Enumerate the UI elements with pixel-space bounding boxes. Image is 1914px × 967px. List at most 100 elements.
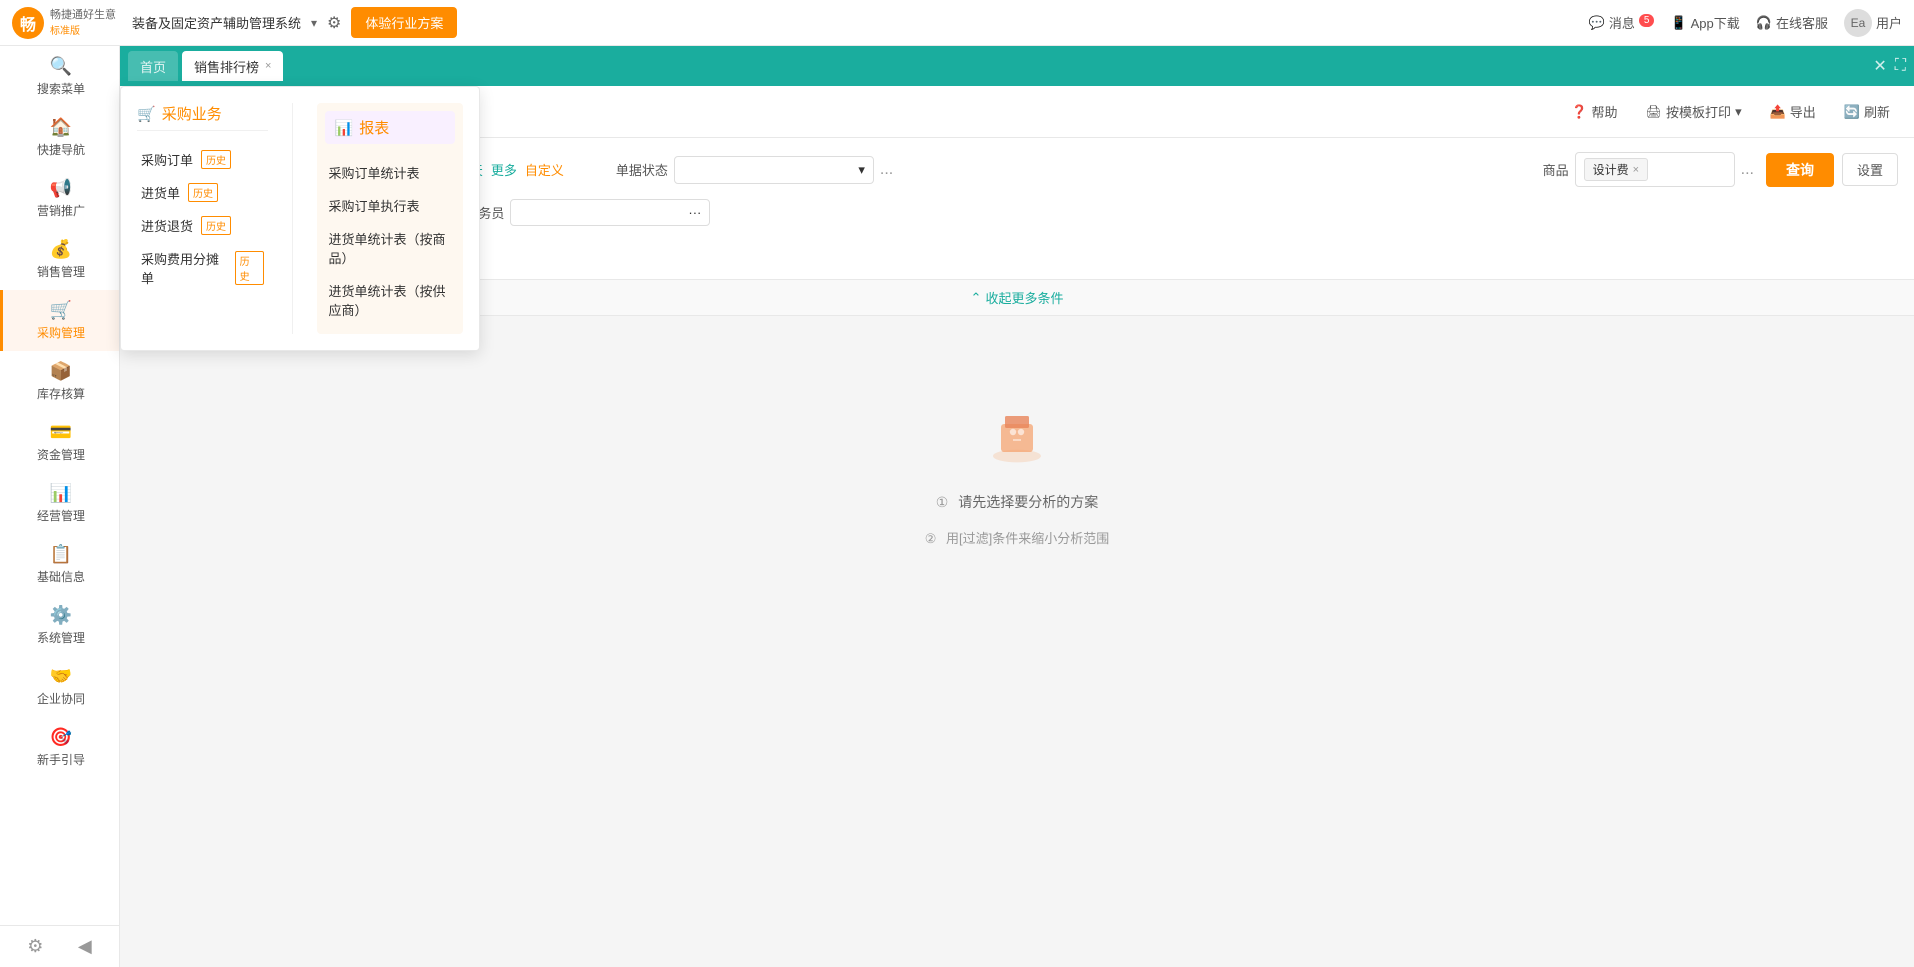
menu-item-inbound[interactable]: 进货单 历史 [137,176,268,209]
voucher-status-ellipsis[interactable]: ... [880,161,893,179]
sales-icon: 💰 [50,239,72,260]
help-icon: ❓ [1571,104,1587,120]
export-button[interactable]: 📤 导出 [1762,98,1824,125]
chevron-down-icon: ▾ [858,162,865,178]
goods-tag-close[interactable]: × [1633,164,1639,176]
marketing-icon: 📢 [50,178,72,199]
query-buttons: 查询 设置 [1766,153,1898,187]
menu-item-purchase-order-stats[interactable]: 采购订单统计表 [325,156,456,189]
history-badge-3: 历史 [235,251,264,285]
voucher-status-select[interactable]: ▾ [674,156,874,184]
message-badge: 5 [1639,14,1655,27]
salesperson-select[interactable]: ··· [510,199,710,226]
menu-item-purchase-order[interactable]: 采购订单 历史 [137,143,268,176]
purchase-column-title: 🛒 采购业务 [137,103,268,131]
goods-ellipsis[interactable]: ... [1741,161,1754,179]
tab-maximize-icon[interactable]: ⛶ [1895,57,1906,75]
voucher-status-filter: 单据状态 ▾ ... [616,156,1491,184]
tab-home[interactable]: 首页 [128,51,178,81]
sidebar-item-finance[interactable]: 💳 资金管理 [0,412,119,473]
menu-item-cost-split[interactable]: 采购费用分摊单 历史 [137,242,268,294]
top-header: 畅 畅捷通好生意 标准版 装备及固定资产辅助管理系统 ▾ ⚙ 体验行业方案 💬 … [0,0,1914,46]
sidebar-item-inventory[interactable]: 📦 库存核算 [0,351,119,412]
sidebar-item-operations[interactable]: 📊 经营管理 [0,473,119,534]
app-download-item[interactable]: 📱 App下载 [1670,13,1739,32]
header-center: 装备及固定资产辅助管理系统 ▾ ⚙ 体验行业方案 [132,7,1589,38]
goods-filter: 商品 设计费 × ... [1543,152,1754,187]
logo-name: 畅捷通好生意 [50,8,116,22]
goods-tag: 设计费 × [1584,158,1648,181]
report-column-icon: 📊 [335,119,354,137]
salesperson-ellipsis-dots: ··· [688,205,701,220]
voucher-status-label: 单据状态 [616,160,668,179]
sidebar-item-search[interactable]: 🔍 搜索菜单 [0,46,119,107]
system-name: 装备及固定资产辅助管理系统 [132,13,301,32]
settings-bottom-icon[interactable]: ⚙ [27,936,43,957]
sidebar-item-sales[interactable]: 💰 销售管理 [0,229,119,290]
purchase-icon: 🛒 [50,300,72,321]
operations-icon: 📊 [50,483,72,504]
search-icon: 🔍 [50,56,72,77]
message-icon: 💬 [1589,15,1605,31]
basic-info-icon: 📋 [50,544,72,565]
tab-close-icon[interactable]: × [265,60,271,72]
report-column: 📊 报表 采购订单统计表 采购订单执行表 进货单统计表（按商品） 进货单统计表（… [317,103,464,334]
tab-bar-right: ✕ ⛶ [1873,56,1906,76]
print-icon: 🖨 [1646,104,1663,120]
tab-bar: 首页 销售排行榜 × ✕ ⛶ [120,46,1914,86]
collapse-up-icon: ⌃ [971,290,982,306]
finance-icon: 💳 [50,422,72,443]
print-button[interactable]: 🖨 按模板打印 ▾ [1638,98,1750,125]
collapse-button[interactable]: ⌃ 收起更多条件 [971,288,1064,307]
sidebar-item-guide[interactable]: 🎯 新手引导 [0,717,119,778]
empty-hint-1: ① 请先选择要分析的方案 [936,492,1098,512]
header-settings-icon[interactable]: ⚙ [327,13,341,33]
sidebar-item-home[interactable]: 🏠 快捷导航 [0,107,119,168]
user-item[interactable]: Ea 用户 [1844,9,1902,37]
purchase-column-icon: 🛒 [137,105,156,123]
menu-item-purchase-order-exec[interactable]: 采购订单执行表 [325,189,456,222]
refresh-button[interactable]: 🔄 刷新 [1836,98,1898,125]
menu-item-inbound-stats-goods[interactable]: 进货单统计表（按商品） [325,222,456,274]
settings-button[interactable]: 设置 [1842,153,1898,186]
report-column-title: 📊 报表 [325,111,456,144]
export-icon: 📤 [1770,104,1786,120]
empty-state: ① 请先选择要分析的方案 ② 用[过滤]条件来缩小分析范围 [120,316,1914,627]
sidebar-item-marketing[interactable]: 📢 营销推广 [0,168,119,229]
tab-sales-ranking[interactable]: 销售排行榜 × [182,51,283,81]
goods-select[interactable]: 设计费 × [1575,152,1735,187]
phone-icon: 📱 [1670,15,1686,31]
help-button[interactable]: ❓ 帮助 [1563,98,1625,125]
sidebar-item-system[interactable]: ⚙️ 系统管理 [0,595,119,656]
message-item[interactable]: 💬 消息 5 [1589,13,1655,32]
online-service-item[interactable]: 🎧 在线客服 [1756,13,1828,32]
sidebar-item-basic-info[interactable]: 📋 基础信息 [0,534,119,595]
purchase-business-column: 🛒 采购业务 采购订单 历史 进货单 历史 进货退货 历史 采购费用分摊单 历史 [137,103,268,334]
system-icon: ⚙️ [50,605,72,626]
shortcut-custom[interactable]: 自定义 [525,160,564,179]
menu-divider [292,103,293,334]
shortcut-more[interactable]: 更多 [491,160,517,179]
sidebar-item-enterprise[interactable]: 🤝 企业协同 [0,656,119,717]
headset-icon: 🎧 [1756,15,1772,31]
goods-label: 商品 [1543,160,1569,179]
menu-item-inbound-stats-supplier[interactable]: 进货单统计表（按供应商） [325,274,456,326]
history-badge-0: 历史 [201,150,231,169]
empty-illustration [977,396,1057,476]
query-button[interactable]: 查询 [1766,153,1834,187]
history-badge-2: 历史 [201,216,231,235]
sidebar-bottom: ⚙ ◀ [0,925,119,967]
sidebar-item-purchase[interactable]: 🛒 采购管理 [0,290,119,351]
system-dropdown-icon[interactable]: ▾ [311,16,317,30]
menu-item-return[interactable]: 进货退货 历史 [137,209,268,242]
logo-area: 畅 畅捷通好生意 标准版 [12,7,132,39]
industry-button[interactable]: 体验行业方案 [351,7,457,38]
tab-close-window-icon[interactable]: ✕ [1873,56,1886,76]
inventory-icon: 📦 [50,361,72,382]
collapse-sidebar-icon[interactable]: ◀ [78,936,92,957]
refresh-icon: 🔄 [1844,104,1860,120]
logo-edition: 标准版 [50,22,116,37]
print-dropdown-icon: ▾ [1735,104,1742,120]
sidebar: 🔍 搜索菜单 🏠 快捷导航 📢 营销推广 💰 销售管理 🛒 采购管理 📦 库存核… [0,46,120,967]
enterprise-icon: 🤝 [50,666,72,687]
